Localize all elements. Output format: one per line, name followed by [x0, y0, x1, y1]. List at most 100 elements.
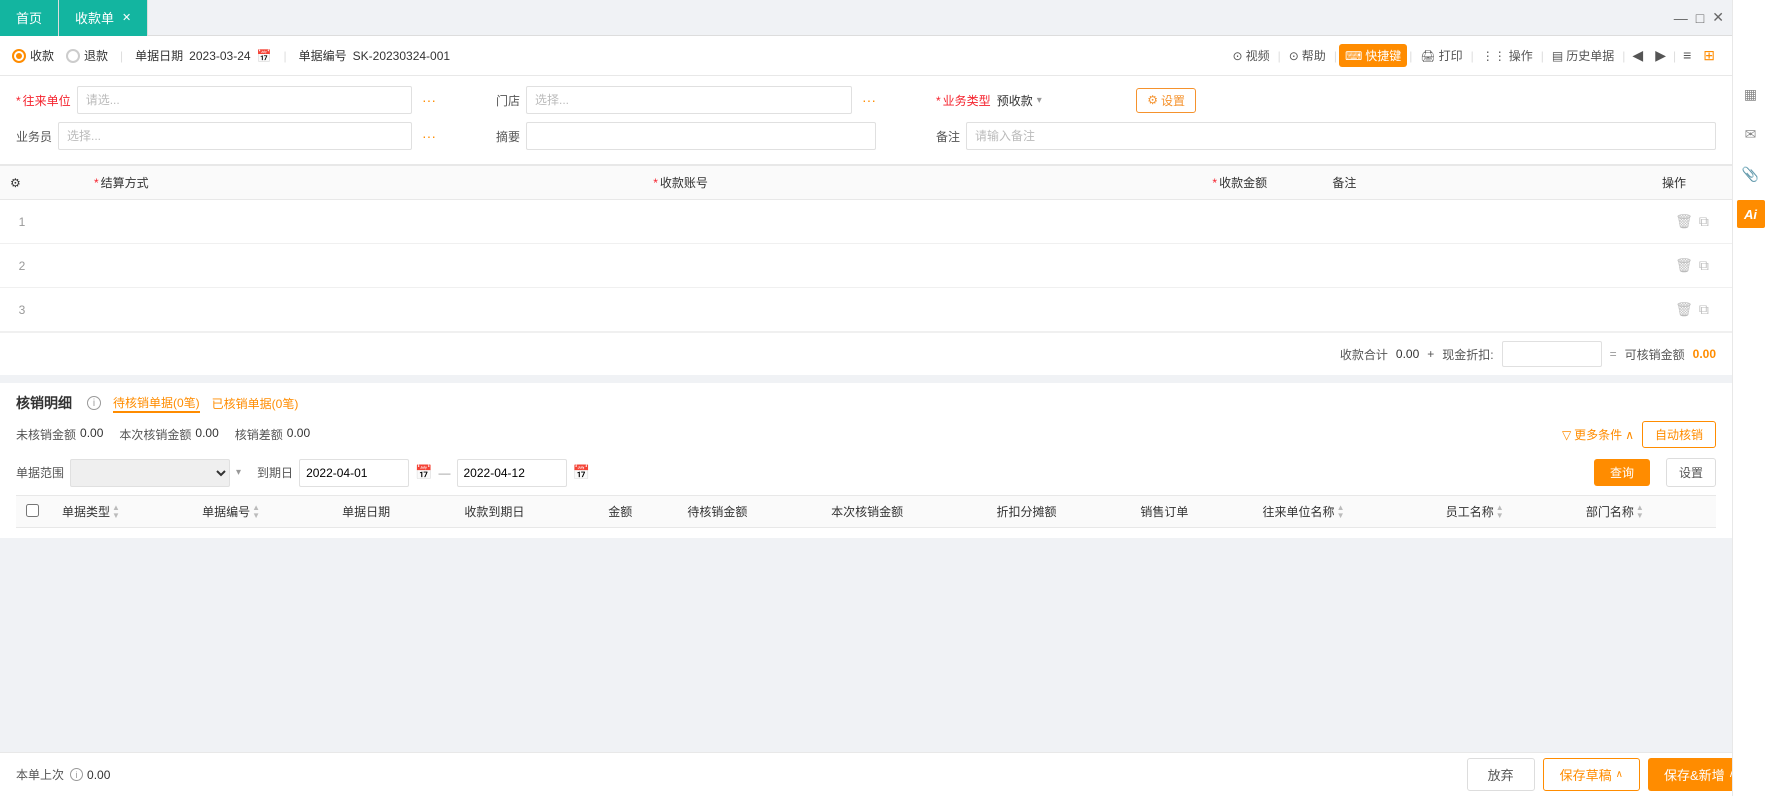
bill-date-value: 2023-03-24 [189, 49, 250, 63]
counterparty-more-btn[interactable]: ··· [422, 92, 436, 108]
close-window-button[interactable]: ✕ [1712, 9, 1724, 26]
query-button[interactable]: 查询 [1594, 459, 1650, 486]
discount-input[interactable] [1502, 341, 1602, 367]
list-view-btn[interactable]: ≡ [1678, 45, 1696, 66]
next-view-btn[interactable]: ▶ [1650, 45, 1671, 66]
col-remark-label: 备注 [1332, 176, 1356, 190]
bottom-info-icon[interactable]: i [70, 768, 83, 781]
verify-info-icon[interactable]: i [87, 396, 101, 410]
row-3-delete-icon[interactable]: 🗑 [1675, 301, 1693, 318]
radio-receipt[interactable]: 收款 [12, 47, 54, 64]
diff-value: 0.00 [287, 426, 310, 443]
row-1-remark[interactable] [1322, 200, 1652, 244]
col-amount-label: 收款金额 [1219, 174, 1267, 191]
row-2-settlement[interactable] [84, 244, 643, 288]
tab-home[interactable]: 首页 [0, 0, 59, 36]
store-input[interactable] [526, 86, 852, 114]
row-2-amount[interactable] [1202, 244, 1322, 288]
radio-receipt-dot [12, 49, 26, 63]
range-chevron-icon: ▾ [236, 467, 241, 478]
radio-refund[interactable]: 退款 [66, 47, 108, 64]
counterparty-input[interactable] [77, 86, 412, 114]
history-action[interactable]: ▤ 历史单据 [1546, 44, 1620, 67]
row-2-num-cell [44, 244, 84, 288]
more-conditions-btn[interactable]: ▽ 更多条件 ∧ [1562, 426, 1634, 443]
row-2-delete-icon[interactable]: 🗑 [1675, 257, 1693, 274]
summary-field: 摘要 [496, 122, 876, 150]
salesperson-input[interactable] [58, 122, 412, 150]
range-select[interactable] [70, 459, 230, 487]
maximize-button[interactable]: □ [1696, 10, 1704, 26]
select-all-checkbox[interactable] [26, 504, 39, 517]
layout-toggle: ≡ ⊞ [1678, 45, 1720, 66]
col-dept-label: 部门名称 [1586, 503, 1634, 520]
date-from-input[interactable] [299, 459, 409, 487]
col-checkbox-header[interactable] [16, 496, 52, 528]
row-3-settlement[interactable] [84, 288, 643, 332]
tab-close-icon[interactable]: ✕ [122, 11, 131, 24]
help-label: 帮助 [1302, 47, 1326, 64]
row-1-amount[interactable] [1202, 200, 1322, 244]
grid-view-btn[interactable]: ⊞ [1698, 45, 1720, 66]
verify-table: 单据类型 ▲▼ 单据编号 ▲▼ 单据日期 收款到期日 [16, 495, 1716, 528]
remark-input[interactable] [966, 122, 1716, 150]
cal-icon-from[interactable]: 📅 [415, 464, 432, 481]
form-settings-button[interactable]: ⚙ 设置 [1136, 88, 1196, 113]
tab-receipt-label: 收款单 [75, 8, 114, 27]
prev-view-btn[interactable]: ◀ [1627, 45, 1648, 66]
help-icon: ⊙ [1289, 49, 1299, 63]
row-1-settlement[interactable] [84, 200, 643, 244]
row-1-copy-icon[interactable]: ⧉ [1699, 213, 1709, 230]
radio-receipt-label: 收款 [30, 47, 54, 64]
unchecked-value: 0.00 [80, 426, 103, 443]
save-draft-button[interactable]: 保存草稿 ∧ [1543, 758, 1640, 791]
minimize-button[interactable]: — [1674, 10, 1688, 26]
row-3-copy-icon[interactable]: ⧉ [1699, 301, 1709, 318]
sidebar-email-icon[interactable]: ✉ [1737, 120, 1765, 148]
bill-no-value: SK-20230324-001 [353, 49, 450, 63]
row-2-remark[interactable] [1322, 244, 1652, 288]
tab-pending[interactable]: 待核销单据(0笔) [113, 394, 200, 413]
receipt-table-section: ⚙ * 结算方式 * 收款账号 [0, 165, 1732, 375]
tab-done[interactable]: 已核销单据(0笔) [212, 395, 299, 412]
filter-settings-button[interactable]: 设置 [1666, 458, 1716, 487]
sidebar-attachment-icon[interactable]: 📎 [1737, 160, 1765, 188]
row-1-account[interactable] [643, 200, 1202, 244]
tab-receipt[interactable]: 收款单 ✕ [59, 0, 148, 36]
date-to-input[interactable] [457, 459, 567, 487]
operation-action[interactable]: ⋮⋮ 操作 [1476, 44, 1539, 67]
discard-button[interactable]: 放弃 [1467, 758, 1535, 791]
print-action[interactable]: 🖨 打印 [1414, 44, 1468, 67]
row-2-copy-icon[interactable]: ⧉ [1699, 257, 1709, 274]
verification-section: 核销明细 i 待核销单据(0笔) 已核销单据(0笔) 未核销金额 0.00 本次… [0, 383, 1732, 538]
help-action[interactable]: ⊙ 帮助 [1283, 44, 1332, 67]
cal-icon-to[interactable]: 📅 [573, 464, 590, 481]
radio-refund-label: 退款 [84, 47, 108, 64]
col-settings-header[interactable]: ⚙ [0, 166, 44, 200]
form-area: *往来单位 ··· 门店 ··· *业务类型 预收款 ▾ [0, 76, 1732, 165]
stat-diff: 核销差额 0.00 [235, 426, 310, 443]
business-type-select[interactable]: 预收款 ▾ [997, 92, 1042, 109]
sidebar-table-icon[interactable]: ▦ [1737, 80, 1765, 108]
table-row: 1 🗑 ⧉ [0, 200, 1732, 244]
shortcut-action[interactable]: ⌨ 快捷键 [1339, 44, 1407, 67]
col-date-header: 单据日期 [332, 496, 454, 528]
auto-verify-button[interactable]: 自动核销 [1642, 421, 1716, 448]
tab-bar: 首页 收款单 ✕ — □ ✕ [0, 0, 1732, 36]
remark-label: 备注 [936, 128, 960, 145]
row-3-account[interactable] [643, 288, 1202, 332]
video-action[interactable]: ⊙ 视频 [1227, 44, 1276, 67]
row-2-account[interactable] [643, 244, 1202, 288]
row-3-remark[interactable] [1322, 288, 1652, 332]
col-employee-header: 员工名称 ▲▼ [1436, 496, 1576, 528]
salesperson-more-btn[interactable]: ··· [422, 128, 436, 144]
verify-header: 核销明细 i 待核销单据(0笔) 已核销单据(0笔) [16, 393, 1716, 413]
sidebar-expand-icon[interactable]: Ai [1737, 200, 1765, 228]
video-icon: ⊙ [1233, 49, 1243, 63]
summary-input[interactable] [526, 122, 876, 150]
row-1-delete-icon[interactable]: 🗑 [1675, 213, 1693, 230]
calendar-icon[interactable]: 📅 [257, 49, 272, 63]
col-discount-label: 折扣分摊额 [997, 505, 1057, 519]
row-3-amount[interactable] [1202, 288, 1322, 332]
store-more-btn[interactable]: ··· [862, 92, 876, 108]
